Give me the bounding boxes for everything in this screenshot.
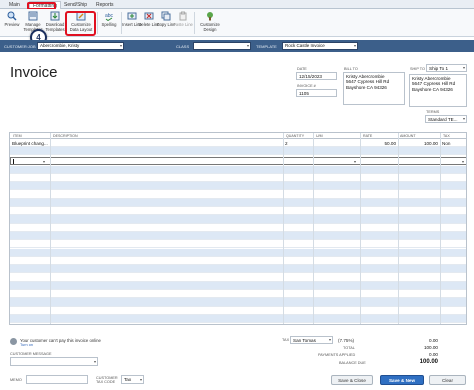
template-select[interactable]: Rock Castle Invoice ▾	[282, 42, 358, 50]
ship-to-address[interactable]: Kristy Abercrombie 5647 Cypress Hill Rd …	[409, 74, 467, 107]
tax-amount: 0.00	[429, 338, 438, 343]
chevron-down-icon: ▾	[462, 116, 465, 121]
chevron-down-icon: ▾	[462, 65, 465, 70]
column-divider	[313, 133, 314, 324]
chevron-down-icon: ▾	[353, 43, 356, 48]
total-value: 100.00	[423, 345, 438, 350]
chevron-down-icon: ▾	[328, 337, 331, 342]
clear-button[interactable]: Clear	[429, 375, 466, 385]
customer-message-select[interactable]: ▾	[10, 357, 98, 366]
column-divider	[398, 133, 399, 324]
payments-applied-value: 0.00	[429, 352, 438, 357]
ship-to-label: SHIP TO	[410, 67, 425, 71]
customer-job-select[interactable]: Abercrombie, Kristy ▾	[37, 42, 124, 50]
column-divider	[50, 133, 51, 324]
customer-bar: CUSTOMER:JOB Abercrombie, Kristy ▾ CLASS…	[0, 40, 474, 52]
turn-on-link[interactable]: Turn on	[20, 343, 33, 347]
column-header-description: DESCRIPTION	[53, 134, 78, 138]
ribbon-divider	[194, 12, 195, 34]
download-icon	[50, 11, 60, 21]
download-templates-button[interactable]: Download Templates	[44, 11, 66, 32]
memo-label: MEMO	[10, 378, 22, 382]
chevron-down-icon: ▾	[139, 377, 142, 382]
customer-message-label: CUSTOMER MESSAGE	[10, 352, 52, 356]
tab-reports[interactable]: Reports	[93, 1, 117, 9]
column-header-item: ITEM	[13, 134, 22, 138]
tax-cell[interactable]: Non	[442, 141, 450, 146]
templates-icon	[28, 11, 38, 21]
balance-due-label: BALANCE DUE	[339, 361, 366, 365]
invoice-number-label: INVOICE #	[297, 84, 316, 88]
chevron-down-icon[interactable]: ▾	[462, 159, 464, 164]
magnifier-icon	[7, 11, 17, 21]
total-label: TOTAL	[343, 346, 355, 350]
save-and-close-button[interactable]: Save & Close	[331, 375, 373, 385]
rate-cell[interactable]: 50.00	[372, 141, 397, 146]
tab-main[interactable]: Main	[6, 1, 23, 9]
customize-layout-highlight	[65, 11, 96, 36]
column-divider	[360, 133, 361, 324]
paste-icon	[178, 11, 188, 21]
column-header-amount: AMOUNT	[400, 134, 416, 138]
insert-line-icon	[127, 11, 137, 21]
column-header-tax: TAX	[443, 134, 450, 138]
tab-bar: Main Formatting Send/Ship Reports	[0, 0, 474, 9]
bill-to-address[interactable]: Kristy Abercrombie 5647 Cypress Hill Rd …	[343, 72, 405, 105]
tax-item-select[interactable]: San Tomas ▾	[290, 336, 333, 344]
save-and-new-button[interactable]: Save & New	[380, 375, 424, 385]
customer-job-label: CUSTOMER:JOB	[4, 44, 36, 49]
bill-to-label: BILL TO	[344, 67, 358, 71]
class-select[interactable]: ▾	[193, 42, 251, 50]
chevron-down-icon[interactable]: ▾	[354, 159, 356, 164]
design-icon	[205, 11, 215, 21]
chevron-down-icon: ▾	[246, 43, 249, 48]
spelling-button[interactable]: abc Spelling	[98, 11, 120, 27]
preview-button[interactable]: Preview	[1, 11, 23, 27]
tax-label: TAX	[282, 338, 290, 342]
svg-text:abc: abc	[105, 13, 114, 19]
copy-icon	[161, 11, 171, 21]
balance-due-value: 100.00	[419, 359, 438, 365]
ship-to-select[interactable]: Ship To 1 ▾	[426, 64, 467, 72]
spelling-icon: abc	[104, 11, 114, 22]
date-label: DATE	[297, 67, 307, 71]
page-title: Invoice	[10, 64, 58, 81]
payments-applied-label: PAYMENTS APPLIED	[318, 353, 356, 357]
text-cursor	[13, 159, 14, 164]
chevron-down-icon[interactable]: ▾	[43, 159, 45, 164]
date-field[interactable]: 12/15/2023	[296, 72, 337, 80]
tax-rate: (7.75%)	[338, 338, 355, 343]
column-header-um: U/M	[316, 134, 323, 138]
quantity-cell[interactable]: 2	[285, 141, 288, 146]
template-label: TEMPLATE	[256, 44, 277, 49]
column-header-rate: RATE	[363, 134, 373, 138]
class-label: CLASS	[176, 44, 190, 49]
chevron-down-icon: ▾	[119, 43, 122, 48]
tab-send-ship[interactable]: Send/Ship	[61, 1, 90, 9]
customer-tax-code-select[interactable]: Tax ▾	[121, 375, 144, 384]
payment-info-icon	[10, 338, 17, 345]
paste-line-button[interactable]: Paste Line	[172, 11, 194, 27]
invoice-number-field[interactable]: 1105	[296, 89, 337, 97]
item-cell[interactable]: Blueprint chang...	[12, 141, 48, 146]
delete-line-icon	[144, 11, 154, 21]
line-items-table: ITEM DESCRIPTION QUANTITY U/M RATE AMOUN…	[9, 132, 467, 325]
customer-tax-code-label: CUSTOMER TAX CODE	[96, 376, 118, 384]
column-divider	[283, 133, 284, 324]
column-divider	[440, 133, 441, 324]
column-header-quantity: QUANTITY	[286, 134, 305, 138]
customize-design-button[interactable]: Customize Design	[197, 11, 223, 32]
memo-field[interactable]	[26, 375, 88, 384]
terms-select[interactable]: Standard TE... ▾	[425, 115, 467, 123]
chevron-down-icon: ▾	[93, 359, 96, 364]
amount-cell[interactable]: 100.00	[408, 141, 438, 146]
terms-label: TERMS	[426, 110, 440, 114]
